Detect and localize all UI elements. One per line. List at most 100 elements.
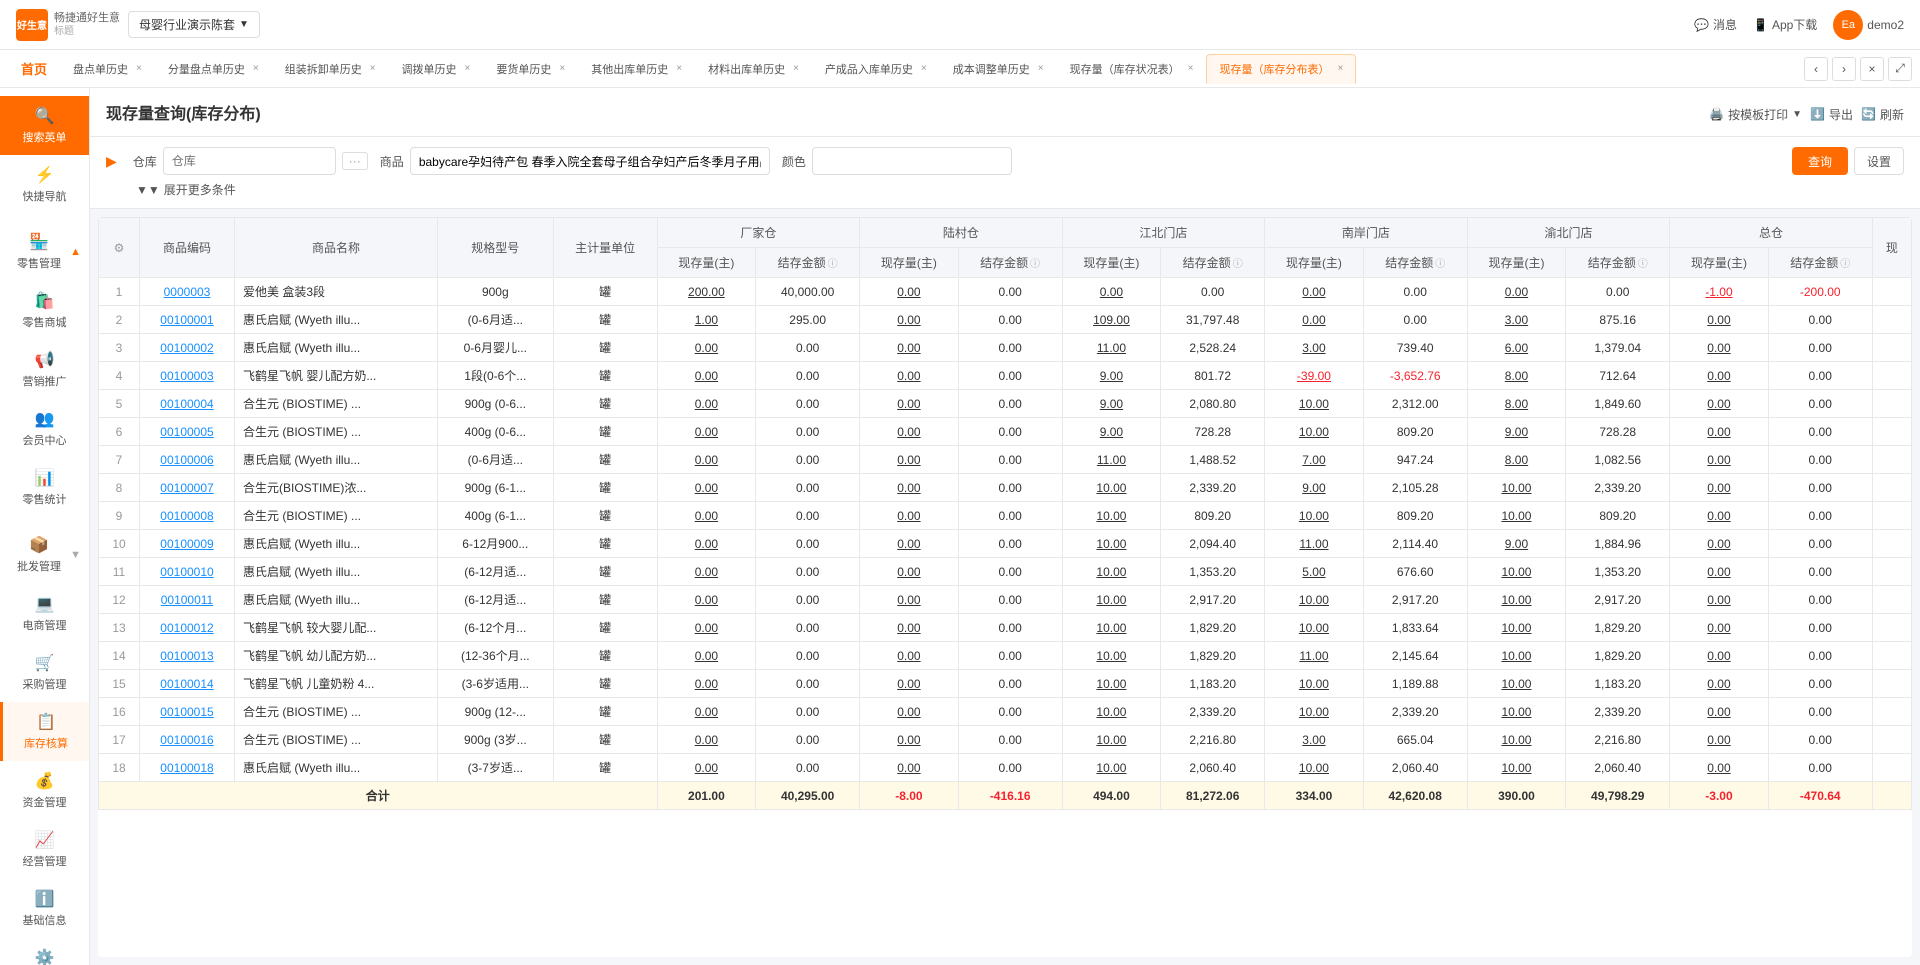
cell-zong-cur[interactable]: 0.00 [1670,334,1769,362]
cell-code[interactable]: 0000003 [139,278,234,306]
tab-home[interactable]: 首页 [8,52,60,85]
more-conditions-btn[interactable]: ▼▼ 展开更多条件 [136,181,1904,198]
cell-lucun-cur[interactable]: 0.00 [860,334,959,362]
cell-code[interactable]: 00100013 [139,642,234,670]
cell-jiangbei-cur[interactable]: 10.00 [1062,558,1161,586]
cell-changjia-cur[interactable]: 0.00 [657,586,756,614]
cell-jiangbei-cur[interactable]: 9.00 [1062,390,1161,418]
tabs-close-btn[interactable]: × [1860,57,1884,81]
cell-zong-cur[interactable]: 0.00 [1670,446,1769,474]
cell-code[interactable]: 00100007 [139,474,234,502]
cell-yubei-cur[interactable]: 10.00 [1467,754,1566,782]
tab-qitachuku[interactable]: 其他出库单历史 × [578,54,695,84]
print-btn[interactable]: 🖨️ 按模板打印 ▼ [1709,106,1802,123]
cell-changjia-cur[interactable]: 0.00 [657,418,756,446]
cell-yubei-cur[interactable]: 10.00 [1467,614,1566,642]
tab-chengpinruku[interactable]: 产成品入库单历史 × [812,54,940,84]
cell-yubei-cur[interactable]: 10.00 [1467,502,1566,530]
cell-yubei-cur[interactable]: 8.00 [1467,362,1566,390]
cell-zong-cur[interactable]: 0.00 [1670,306,1769,334]
cell-yubei-cur[interactable]: 10.00 [1467,726,1566,754]
cell-nanan-cur[interactable]: 10.00 [1265,670,1364,698]
cell-zong-cur[interactable]: 0.00 [1670,418,1769,446]
cell-code[interactable]: 00100009 [139,530,234,558]
tabs-next-btn[interactable]: › [1832,57,1856,81]
sidebar-item-finance[interactable]: 💰 资金管理 [0,761,89,820]
cell-yubei-cur[interactable]: 10.00 [1467,698,1566,726]
cell-yubei-cur[interactable]: 10.00 [1467,670,1566,698]
cell-jiangbei-cur[interactable]: 10.00 [1062,754,1161,782]
cell-changjia-cur[interactable]: 0.00 [657,362,756,390]
cell-code[interactable]: 00100003 [139,362,234,390]
cell-code[interactable]: 00100008 [139,502,234,530]
cell-jiangbei-cur[interactable]: 10.00 [1062,614,1161,642]
cell-lucun-cur[interactable]: 0.00 [860,278,959,306]
cell-jiangbei-cur[interactable]: 10.00 [1062,474,1161,502]
cell-changjia-cur[interactable]: 0.00 [657,446,756,474]
cell-zong-cur[interactable]: 0.00 [1670,558,1769,586]
goods-input[interactable] [410,147,770,175]
cell-code[interactable]: 00100012 [139,614,234,642]
tab-zuzhechaixie[interactable]: 组装拆卸单历史 × [272,54,389,84]
cell-lucun-cur[interactable]: 0.00 [860,446,959,474]
cell-jiangbei-cur[interactable]: 10.00 [1062,586,1161,614]
cell-changjia-cur[interactable]: 0.00 [657,614,756,642]
cell-yubei-cur[interactable]: 0.00 [1467,278,1566,306]
cell-yubei-cur[interactable]: 10.00 [1467,474,1566,502]
cell-zong-cur[interactable]: 0.00 [1670,362,1769,390]
info-icon-6[interactable]: ⓘ [1840,259,1850,270]
cell-yubei-cur[interactable]: 3.00 [1467,306,1566,334]
cell-zong-cur[interactable]: 0.00 [1670,614,1769,642]
sidebar-item-system[interactable]: ⚙️ 系统管理 [0,938,89,965]
cell-nanan-cur[interactable]: 0.00 [1265,278,1364,306]
close-icon[interactable]: × [136,63,142,74]
cell-code[interactable]: 00100004 [139,390,234,418]
cell-nanan-cur[interactable]: 10.00 [1265,418,1364,446]
cell-lucun-cur[interactable]: 0.00 [860,558,959,586]
close-icon[interactable]: × [921,63,927,74]
cell-jiangbei-cur[interactable]: 10.00 [1062,698,1161,726]
cell-jiangbei-cur[interactable]: 10.00 [1062,726,1161,754]
cell-nanan-cur[interactable]: 11.00 [1265,642,1364,670]
cell-changjia-cur[interactable]: 0.00 [657,670,756,698]
close-icon[interactable]: × [559,63,565,74]
cell-lucun-cur[interactable]: 0.00 [860,754,959,782]
cell-changjia-cur[interactable]: 0.00 [657,698,756,726]
cell-jiangbei-cur[interactable]: 9.00 [1062,418,1161,446]
cell-lucun-cur[interactable]: 0.00 [860,586,959,614]
cell-yubei-cur[interactable]: 10.00 [1467,586,1566,614]
close-icon[interactable]: × [793,63,799,74]
cell-nanan-cur[interactable]: 10.00 [1265,614,1364,642]
close-icon[interactable]: × [1038,63,1044,74]
cell-lucun-cur[interactable]: 0.00 [860,614,959,642]
cell-changjia-cur[interactable]: 0.00 [657,726,756,754]
close-icon[interactable]: × [253,63,259,74]
tab-diaobodanls[interactable]: 调拨单历史 × [389,54,484,84]
tabs-expand-btn[interactable]: ⤢ [1888,57,1912,81]
info-icon-2[interactable]: ⓘ [1030,259,1040,270]
cell-zong-cur[interactable]: 0.00 [1670,530,1769,558]
cell-jiangbei-cur[interactable]: 10.00 [1062,530,1161,558]
refresh-btn[interactable]: 🔄 刷新 [1861,106,1904,123]
cell-yubei-cur[interactable]: 10.00 [1467,642,1566,670]
cell-lucun-cur[interactable]: 0.00 [860,670,959,698]
cell-code[interactable]: 00100015 [139,698,234,726]
cell-zong-cur[interactable]: 0.00 [1670,502,1769,530]
cell-code[interactable]: 00100006 [139,446,234,474]
cell-zong-cur[interactable]: 0.00 [1670,754,1769,782]
cell-code[interactable]: 00100018 [139,754,234,782]
sidebar-item-member[interactable]: 👥 会员中心 [0,399,89,458]
cell-changjia-cur[interactable]: 1.00 [657,306,756,334]
cell-changjia-cur[interactable]: 0.00 [657,390,756,418]
sidebar-item-wholesale[interactable]: 📦 批发管理 ▼ [0,525,89,584]
industry-selector[interactable]: 母婴行业演示陈套 ▼ [128,11,260,38]
sidebar-item-quicknav[interactable]: ⚡ 快捷导航 [0,155,89,214]
info-icon[interactable]: ⓘ [828,259,838,270]
cell-jiangbei-cur[interactable]: 10.00 [1062,670,1161,698]
cell-yubei-cur[interactable]: 8.00 [1467,390,1566,418]
cell-nanan-cur[interactable]: 0.00 [1265,306,1364,334]
cell-lucun-cur[interactable]: 0.00 [860,530,959,558]
cell-code[interactable]: 00100005 [139,418,234,446]
message-btn[interactable]: 💬 消息 [1694,16,1737,33]
cell-nanan-cur[interactable]: 10.00 [1265,502,1364,530]
